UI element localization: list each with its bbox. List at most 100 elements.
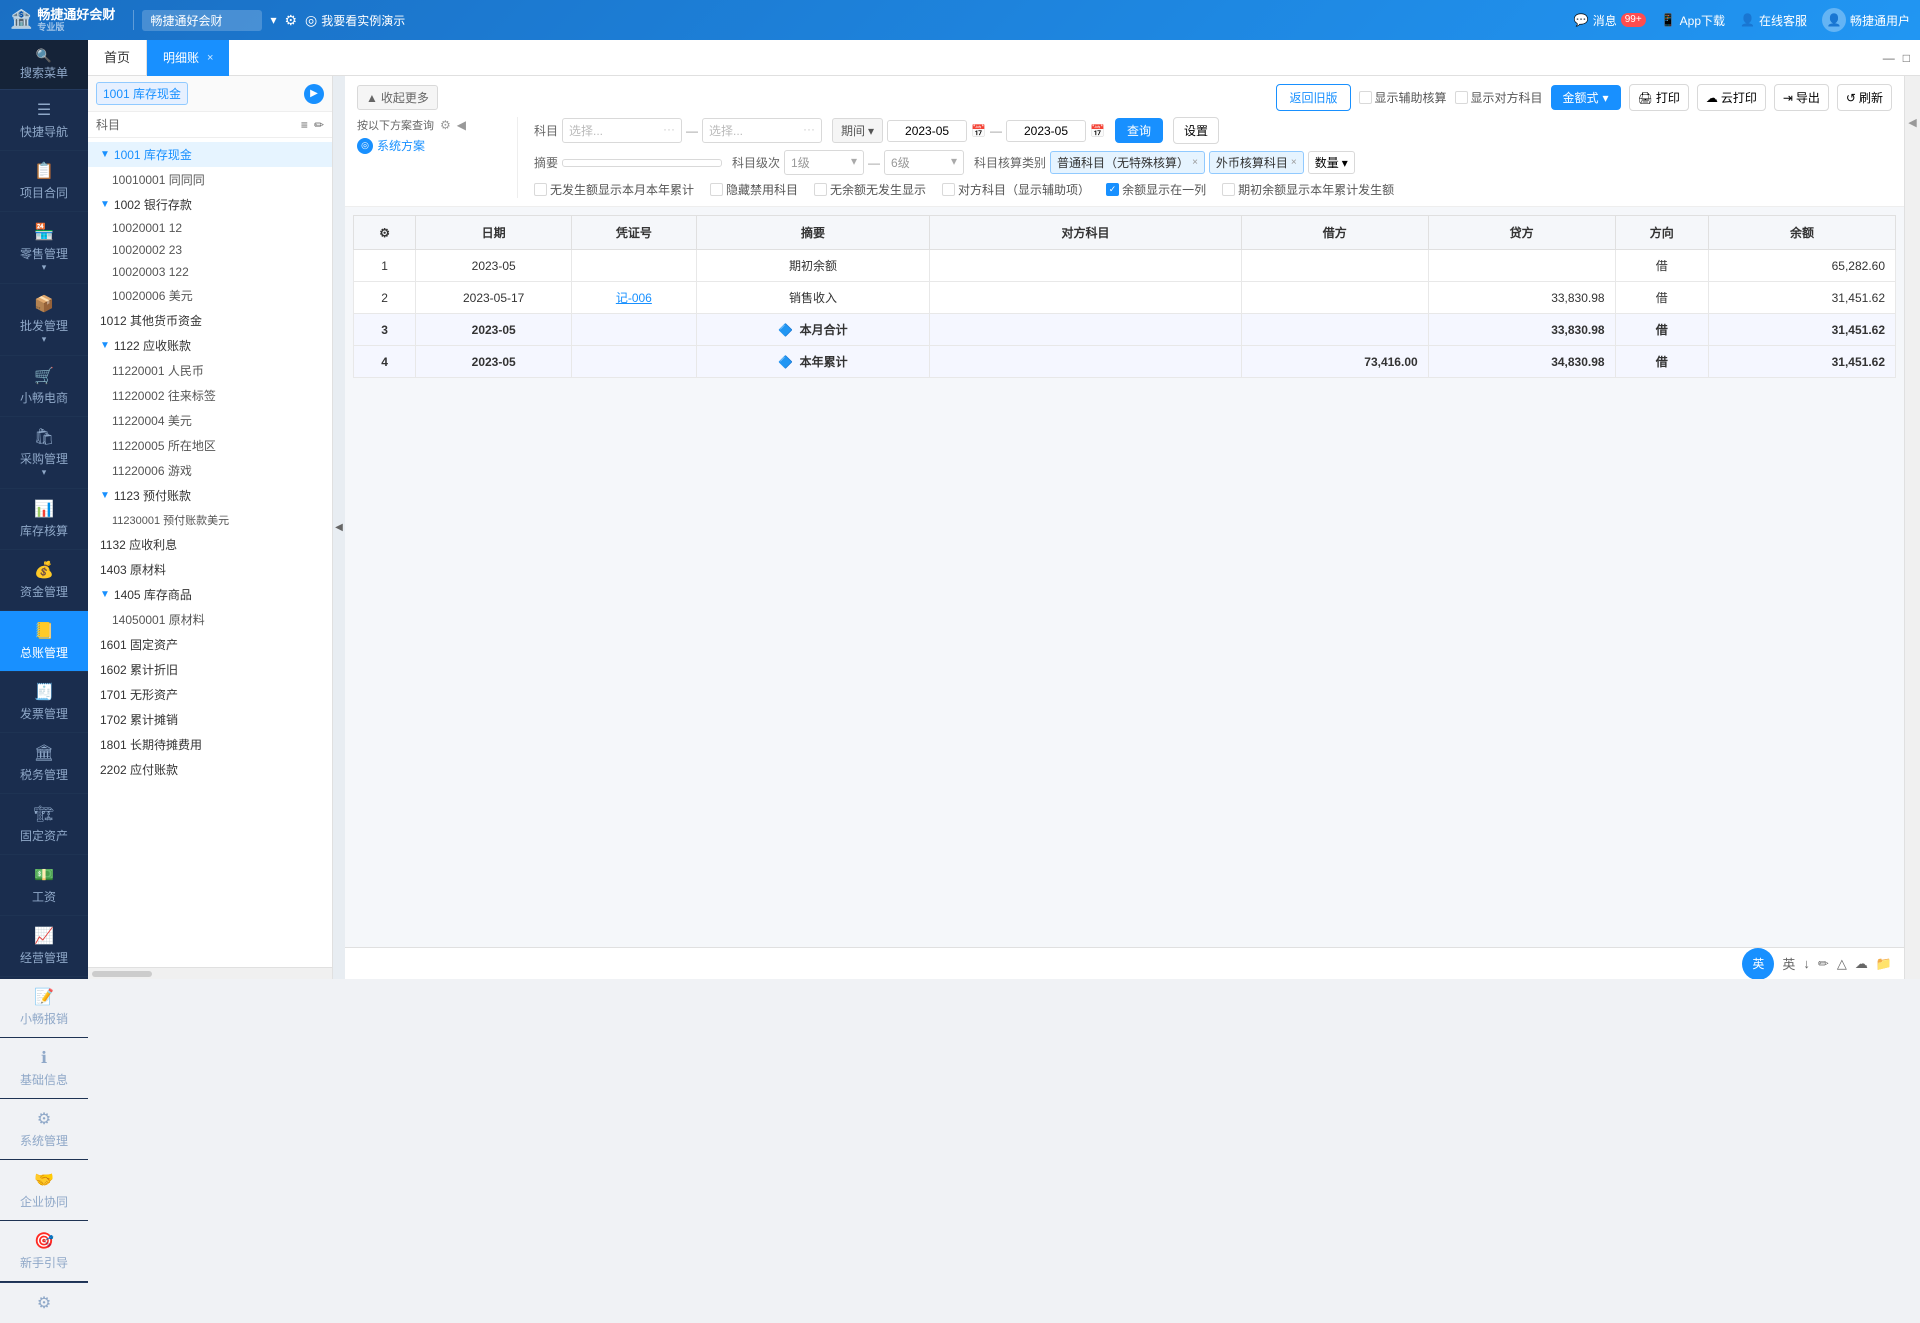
company-selector[interactable]: 畅捷通好会财 [142, 10, 262, 31]
sidebar-item-project-contract[interactable]: 📋 项目合同 [0, 151, 88, 212]
tree-item-1701[interactable]: 1701 无形资产 [88, 682, 332, 707]
export-btn[interactable]: ⇥ 导出 [1774, 84, 1829, 111]
subject-level-to[interactable]: 6级 ▾ [884, 150, 964, 175]
demo-link[interactable]: ◎ 我要看实例演示 [305, 12, 405, 29]
tree-item-1403[interactable]: 1403 原材料 [88, 557, 332, 582]
nav-next-arrow[interactable]: ▶ [304, 84, 324, 104]
checkbox-balance-one-col[interactable]: ✓ 余额显示在一列 [1106, 181, 1206, 198]
list-view-icon[interactable]: ≡ [301, 118, 308, 132]
col-header-settings[interactable]: ⚙ [354, 216, 416, 250]
scrollbar-thumb[interactable] [92, 971, 152, 977]
tree-toggle-1002[interactable]: ▼ [100, 199, 110, 210]
tree-item-10020002[interactable]: 10020002 23 [88, 239, 332, 261]
tree-item-10020003[interactable]: 10020003 122 [88, 261, 332, 283]
tree-item-1801[interactable]: 1801 长期待摊费用 [88, 732, 332, 757]
tree-item-11230001[interactable]: 11230001 预付账款美元 [88, 508, 332, 532]
sidebar-item-mini-sales[interactable]: 📝 小畅报销 [0, 977, 88, 1038]
tree-item-1123[interactable]: ▼ 1123 预付账款 [88, 483, 332, 508]
tree-item-10020006[interactable]: 10020006 美元 [88, 283, 332, 308]
search-btn[interactable]: 查询 [1115, 118, 1163, 143]
tree-item-1602[interactable]: 1602 累计折旧 [88, 657, 332, 682]
messages-action[interactable]: 💬 消息 99+ [1574, 12, 1646, 29]
bottom-icon-3[interactable]: ✏ [1818, 956, 1829, 972]
tree-item-14050001[interactable]: 14050001 原材料 [88, 607, 332, 632]
summary-input[interactable] [562, 159, 722, 167]
foreign-tag[interactable]: 外币核算科目 × [1209, 151, 1304, 174]
tree-toggle-1122[interactable]: ▼ [100, 340, 110, 351]
checkbox-opposite-subject[interactable]: 对方科目（显示辅助项） [942, 181, 1090, 198]
tree-toggle-1123[interactable]: ▼ [100, 490, 110, 501]
tree-item-1405[interactable]: ▼ 1405 库存商品 [88, 582, 332, 607]
bottom-icon-4[interactable]: △ [1837, 956, 1847, 972]
edit-icon[interactable]: ✏ [314, 118, 324, 132]
query-collapse-icon[interactable]: ◀ [457, 118, 466, 132]
bottom-icon-6[interactable]: 📁 [1876, 956, 1892, 972]
collapse-btn[interactable]: ▲ 收起更多 [357, 85, 438, 110]
sidebar-item-purchase-mgmt[interactable]: 🛍 采购管理 ▾ [0, 417, 88, 489]
checkbox-no-balance[interactable]: 无发生额显示本月本年累计 [534, 181, 694, 198]
sidebar-settings[interactable]: ⚙ [0, 1282, 88, 1323]
lang-btn[interactable]: 英 [1742, 948, 1774, 980]
bottom-icon-2[interactable]: ↓ [1803, 956, 1810, 971]
tree-item-1122[interactable]: ▼ 1122 应收账款 [88, 333, 332, 358]
refresh-btn[interactable]: ↺ 刷新 [1837, 84, 1892, 111]
ordinary-tag-close[interactable]: × [1192, 157, 1198, 168]
tab-home[interactable]: 首页 [88, 40, 147, 76]
tree-item-11220004[interactable]: 11220004 美元 [88, 408, 332, 433]
settings-btn[interactable]: 设置 [1173, 117, 1219, 144]
table-area[interactable]: ⚙ 日期 凭证号 摘要 对方科目 借方 贷方 方向 余额 [345, 207, 1904, 947]
sidebar-item-invoice-mgmt[interactable]: 🧾 发票管理 [0, 672, 88, 733]
right-collapse-btn[interactable]: ◀ [1906, 116, 1919, 129]
sidebar-item-fixed-assets[interactable]: 🏗 固定资产 [0, 794, 88, 855]
bottom-icon-1[interactable]: 英 [1782, 954, 1795, 973]
subject-level-from[interactable]: 1级 ▾ [784, 150, 864, 175]
tree-toggle-1001[interactable]: ▼ [100, 149, 110, 160]
sidebar-item-fund-mgmt[interactable]: 💰 资金管理 [0, 550, 88, 611]
print-btn[interactable]: 🖨 打印 [1629, 84, 1689, 111]
dropdown-icon[interactable]: ▾ [270, 13, 276, 27]
calendar-start-icon[interactable]: 📅 [971, 124, 986, 138]
sidebar-item-basic-info[interactable]: ℹ 基础信息 [0, 1038, 88, 1099]
panel-collapse-arrow[interactable]: ◀ [333, 76, 345, 979]
sidebar-item-retail-mgmt[interactable]: 🏪 零售管理 ▾ [0, 212, 88, 284]
query-scheme-settings-icon[interactable]: ⚙ [440, 118, 451, 132]
tab-close-icon[interactable]: × [207, 40, 213, 76]
period-type-btn[interactable]: 期间 ▾ [832, 118, 883, 143]
period-end-input[interactable] [1006, 120, 1086, 142]
user-profile[interactable]: 👤 畅捷通用户 [1822, 8, 1910, 32]
return-old-version-btn[interactable]: 返回旧版 [1276, 84, 1350, 111]
tree-item-1002[interactable]: ▼ 1002 银行存款 [88, 192, 332, 217]
tree-item-2202[interactable]: 2202 应付账款 [88, 757, 332, 782]
maximize-icon[interactable]: □ [1903, 51, 1910, 65]
sidebar-item-system-mgmt[interactable]: ⚙ 系统管理 [0, 1099, 88, 1160]
tree-container[interactable]: ▼ 1001 库存现金 10010001 同同同 ▼ 1002 银行存款 100… [88, 138, 332, 967]
app-download-action[interactable]: 📱 App下载 [1661, 12, 1725, 29]
foreign-tag-close[interactable]: × [1291, 157, 1297, 168]
amount-tag[interactable]: 数量 ▾ [1308, 151, 1355, 174]
tree-item-11220006[interactable]: 11220006 游戏 [88, 458, 332, 483]
cloud-print-btn[interactable]: ☁ 云打印 [1697, 84, 1766, 111]
sidebar-search[interactable]: 🔍 搜索菜单 [0, 40, 88, 90]
checkbox-hide-disabled[interactable]: 隐藏禁用科目 [710, 181, 798, 198]
sidebar-item-quick-nav[interactable]: ☰ 快捷导航 [0, 90, 88, 151]
voucher-link[interactable]: 记-006 [616, 291, 652, 305]
sidebar-item-inventory[interactable]: 📊 库存核算 [0, 489, 88, 550]
ordinary-tag[interactable]: 普通科目（无特殊核算） × [1050, 151, 1205, 174]
sidebar-item-general-ledger[interactable]: 📒 总账管理 [0, 611, 88, 672]
horizontal-scrollbar[interactable] [88, 967, 332, 979]
tree-item-1001[interactable]: ▼ 1001 库存现金 [88, 142, 332, 167]
subject-input-from[interactable]: 选择... ··· [562, 118, 682, 143]
tree-item-1132[interactable]: 1132 应收利息 [88, 532, 332, 557]
minimize-icon[interactable]: — [1883, 51, 1895, 65]
tree-item-11220002[interactable]: 11220002 往来标签 [88, 383, 332, 408]
sidebar-item-operations-mgmt[interactable]: 📈 经营管理 [0, 916, 88, 977]
tree-item-11220005[interactable]: 11220005 所在地区 [88, 433, 332, 458]
system-scheme-btn[interactable]: ◎ 系统方案 [357, 137, 517, 154]
show-opposite-checkbox[interactable]: 显示对方科目 [1455, 89, 1543, 106]
subject-tag[interactable]: 1001 库存现金 [96, 82, 188, 105]
tab-active[interactable]: 明细账 × [147, 40, 229, 76]
checkbox-no-balance2[interactable]: 无余额无发生显示 [814, 181, 926, 198]
tree-item-10020001[interactable]: 10020001 12 [88, 217, 332, 239]
sidebar-item-enterprise-coop[interactable]: 🤝 企业协同 [0, 1160, 88, 1221]
sidebar-item-mini-ecommerce[interactable]: 🛒 小畅电商 [0, 356, 88, 417]
